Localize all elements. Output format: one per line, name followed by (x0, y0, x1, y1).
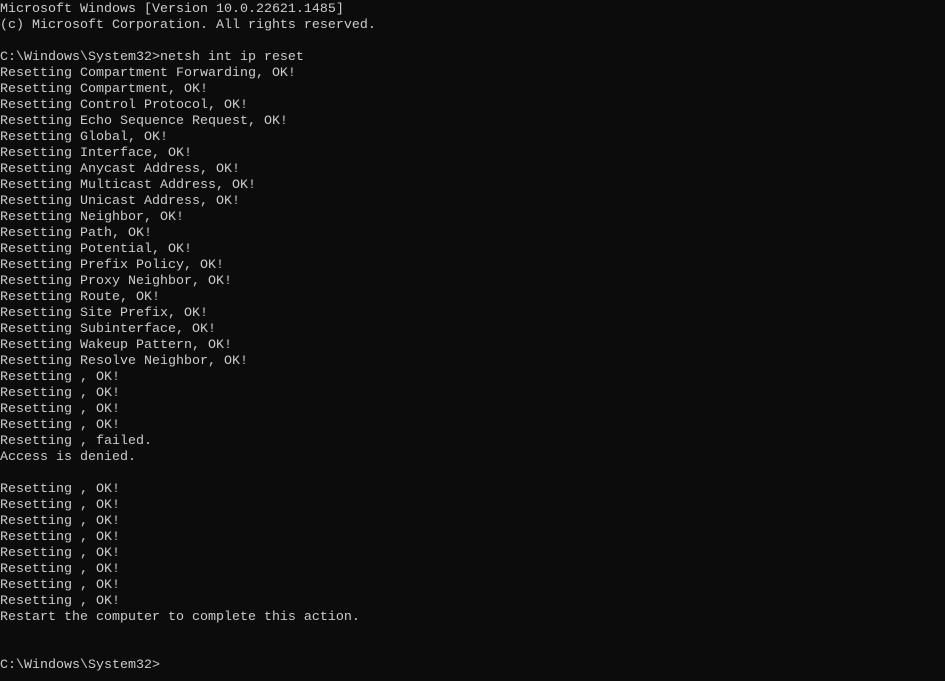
console-line: Resetting Compartment Forwarding, OK! (0, 66, 296, 81)
console-line: Access is denied. (0, 450, 136, 465)
console-line: Resetting , OK! (0, 386, 120, 401)
console-line: Resetting Neighbor, OK! (0, 210, 184, 225)
console-line: Restart the computer to complete this ac… (0, 610, 360, 625)
console-line: Resetting Echo Sequence Request, OK! (0, 114, 288, 129)
console-line: Resetting , OK! (0, 514, 120, 529)
console-line: C:\Windows\System32>netsh int ip reset (0, 50, 304, 65)
console-line: Resetting Multicast Address, OK! (0, 178, 256, 193)
console-line: Resetting Subinterface, OK! (0, 322, 216, 337)
console-line: Resetting Prefix Policy, OK! (0, 258, 224, 273)
console-line: Resetting Anycast Address, OK! (0, 162, 240, 177)
console-line: Resetting Resolve Neighbor, OK! (0, 354, 248, 369)
console-output[interactable]: Microsoft Windows [Version 10.0.22621.14… (0, 2, 945, 681)
console-line: Resetting , OK! (0, 418, 120, 433)
console-line: Resetting , OK! (0, 402, 120, 417)
console-line: Resetting Control Protocol, OK! (0, 98, 248, 113)
console-line: Resetting , OK! (0, 530, 120, 545)
console-line: Resetting Interface, OK! (0, 146, 192, 161)
console-line: Resetting Wakeup Pattern, OK! (0, 338, 232, 353)
console-line: Resetting , OK! (0, 562, 120, 577)
console-line: Resetting Path, OK! (0, 226, 152, 241)
console-line: (c) Microsoft Corporation. All rights re… (0, 18, 376, 33)
console-line: Resetting , OK! (0, 578, 120, 593)
console-line: Resetting Unicast Address, OK! (0, 194, 240, 209)
command-prompt[interactable]: C:\Windows\System32> (0, 658, 945, 674)
console-line: Resetting , OK! (0, 482, 120, 497)
console-line: Microsoft Windows [Version 10.0.22621.14… (0, 2, 344, 17)
console-line: Resetting Site Prefix, OK! (0, 306, 208, 321)
console-line: Resetting Compartment, OK! (0, 82, 208, 97)
console-line: Resetting Route, OK! (0, 290, 160, 305)
console-line: Resetting , OK! (0, 546, 120, 561)
console-line: Resetting Global, OK! (0, 130, 168, 145)
console-line: Resetting Proxy Neighbor, OK! (0, 274, 232, 289)
console-line: Resetting , OK! (0, 594, 120, 609)
console-line: Resetting Potential, OK! (0, 242, 192, 257)
console-line: Resetting , failed. (0, 434, 152, 449)
console-line: Resetting , OK! (0, 370, 120, 385)
console-line: Resetting , OK! (0, 498, 120, 513)
